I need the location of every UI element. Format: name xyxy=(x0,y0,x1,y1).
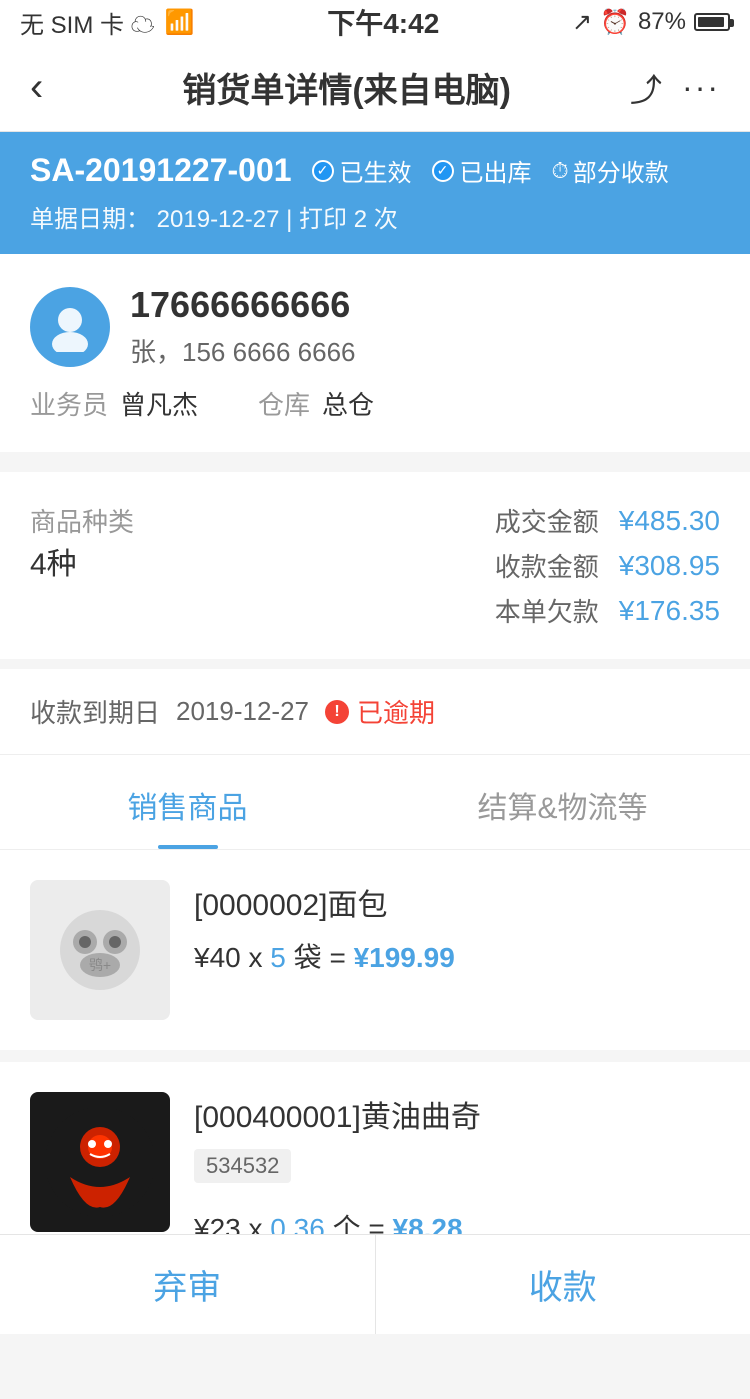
product-qty-1: 5 xyxy=(270,942,286,973)
status-right: ↗ ⏰ 87% xyxy=(572,8,730,37)
stats-section: 商品种类 4种 成交金额 ¥485.30 收款金额 ¥308.95 本单欠款 ¥… xyxy=(0,472,750,659)
print-suffix: 次 xyxy=(374,206,398,233)
order-date-line: 单据日期： 2019-12-27 | 打印 2 次 xyxy=(30,199,720,234)
product-total-1: ¥199.99 xyxy=(354,942,455,973)
due-label: 收款到期日 xyxy=(30,693,160,730)
debt-row: 本单欠款 ¥176.35 xyxy=(495,592,720,629)
order-date: 2019-12-27 xyxy=(157,206,280,233)
export-button[interactable]: ⤴ xyxy=(630,65,662,111)
nav-bar: ‹ 销货单详情(来自电脑) ⤴ ··· xyxy=(0,44,750,132)
warehouse-label: 仓库 xyxy=(258,385,310,422)
order-id: SA-20191227-001 xyxy=(30,152,292,189)
overdue-label: 已逾期 xyxy=(357,693,435,730)
product-price-row-1: ¥40 x 5 袋 = ¥199.99 xyxy=(194,936,720,976)
status-shipped-label: 已出库 xyxy=(460,153,532,188)
warehouse-item: 仓库 总仓 xyxy=(258,385,374,422)
salesperson-item: 业务员 曾凡杰 xyxy=(30,385,198,422)
customer-section: 17666666666 张，156 6666 6666 业务员 曾凡杰 仓库 总… xyxy=(0,254,750,452)
debt-label: 本单欠款 xyxy=(495,592,599,629)
clock-icon: ⏱ xyxy=(552,158,569,184)
product-name-1: [0000002]面包 xyxy=(194,880,720,924)
product-info-2: [000400001]黄油曲奇 534532 ¥23 x 0.36 个 = ¥8… xyxy=(194,1092,720,1247)
page-title: 销货单详情(来自电脑) xyxy=(63,63,630,112)
due-section: 收款到期日 2019-12-27 ! 已逾期 xyxy=(0,669,750,755)
status-partial-label: 部分收款 xyxy=(573,153,669,188)
overdue-icon: ! xyxy=(325,700,349,724)
order-header: SA-20191227-001 ✓ 已生效 ✓ 已出库 ⏱ 部分收款 单据日期：… xyxy=(0,132,750,254)
tabs-section: 销售商品 结算&物流等 xyxy=(0,755,750,850)
product-x-1: x xyxy=(249,942,271,973)
product-name-2: [000400001]黄油曲奇 xyxy=(194,1092,720,1136)
category-count: 4种 xyxy=(30,539,134,583)
received-value: ¥308.95 xyxy=(619,550,720,582)
wifi-icon: 📶 xyxy=(165,8,195,37)
received-label: 收款金额 xyxy=(495,547,599,584)
warehouse-value: 总仓 xyxy=(322,385,374,422)
cancel-button[interactable]: 弃审 xyxy=(0,1235,375,1334)
tab-products-label: 销售商品 xyxy=(128,792,248,825)
product-image-2 xyxy=(30,1092,170,1232)
nav-actions: ⤴ ··· xyxy=(630,65,720,111)
debt-value: ¥176.35 xyxy=(619,595,720,627)
amount-value: ¥485.30 xyxy=(619,505,720,537)
status-shipped: ✓ 已出库 xyxy=(432,153,532,188)
svg-text:鸮+: 鸮+ xyxy=(89,957,111,973)
more-button[interactable]: ··· xyxy=(682,69,720,106)
tab-products[interactable]: 销售商品 xyxy=(0,755,375,849)
product-image-1: 鸮+ xyxy=(30,880,170,1020)
customer-name: 张，156 6666 6666 xyxy=(130,332,356,369)
product-info-1: [0000002]面包 ¥40 x 5 袋 = ¥199.99 xyxy=(194,880,720,976)
sim-label: 无 SIM 卡 ☁ xyxy=(20,5,155,40)
check-icon-2: ✓ xyxy=(432,160,454,182)
product-eq-1: = xyxy=(329,942,353,973)
confirm-button[interactable]: 收款 xyxy=(375,1235,750,1334)
status-bar: 无 SIM 卡 ☁ 📶 下午4:42 ↗ ⏰ 87% xyxy=(0,0,750,44)
product-price-1: ¥40 xyxy=(194,942,241,973)
status-active-label: 已生效 xyxy=(340,153,412,188)
status-active: ✓ 已生效 xyxy=(312,153,412,188)
alarm-icon: ⏰ xyxy=(600,8,630,37)
bottom-bar: 弃审 收款 xyxy=(0,1234,750,1334)
status-time: 下午4:42 xyxy=(327,2,439,42)
product-sku-tag: 534532 xyxy=(194,1149,291,1183)
battery-label: 87% xyxy=(638,8,686,36)
avatar xyxy=(30,287,110,367)
customer-info: 17666666666 张，156 6666 6666 xyxy=(130,284,356,369)
stats-right: 成交金额 ¥485.30 收款金额 ¥308.95 本单欠款 ¥176.35 xyxy=(495,502,720,629)
salesperson-value: 曾凡杰 xyxy=(120,385,198,422)
customer-row: 17666666666 张，156 6666 6666 xyxy=(30,284,720,369)
product-unit-1: 袋 xyxy=(294,942,322,973)
back-button[interactable]: ‹ xyxy=(30,65,63,110)
stats-left: 商品种类 4种 xyxy=(30,502,134,583)
battery-icon xyxy=(694,13,730,31)
location-icon: ↗ xyxy=(572,8,592,37)
category-label: 商品种类 xyxy=(30,502,134,539)
check-icon-1: ✓ xyxy=(312,160,334,182)
overdue-badge: ! 已逾期 xyxy=(325,693,435,730)
product-card-1: 鸮+ [0000002]面包 ¥40 x 5 袋 = ¥199.99 xyxy=(0,850,750,1050)
customer-phone: 17666666666 xyxy=(130,284,356,326)
amount-label: 成交金额 xyxy=(495,502,599,539)
status-left: 无 SIM 卡 ☁ 📶 xyxy=(20,5,195,40)
print-sep: | 打印 xyxy=(286,206,354,233)
tab-settlement[interactable]: 结算&物流等 xyxy=(375,755,750,849)
amount-row: 成交金额 ¥485.30 xyxy=(495,502,720,539)
salesperson-label: 业务员 xyxy=(30,385,108,422)
print-count: 2 xyxy=(354,206,367,233)
due-date: 2019-12-27 xyxy=(176,696,309,727)
received-row: 收款金额 ¥308.95 xyxy=(495,547,720,584)
status-partial: ⏱ 部分收款 xyxy=(552,153,669,188)
customer-meta: 业务员 曾凡杰 仓库 总仓 xyxy=(30,385,720,422)
tab-settlement-label: 结算&物流等 xyxy=(477,792,647,825)
date-label: 单据日期： xyxy=(30,206,150,233)
divider-1 xyxy=(0,462,750,472)
